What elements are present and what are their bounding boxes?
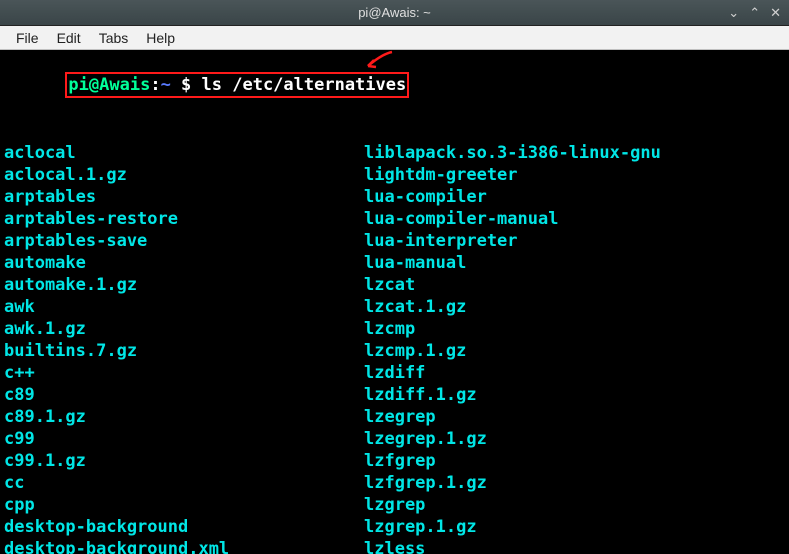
list-item: awk — [4, 296, 364, 318]
prompt-cwd: ~ — [161, 75, 171, 95]
menubar: File Edit Tabs Help — [0, 26, 789, 50]
prompt-user-host: pi@Awais — [68, 75, 150, 95]
list-item: automake — [4, 252, 364, 274]
list-item: lua-interpreter — [364, 230, 661, 252]
terminal-body[interactable]: pi@Awais:~ $ ls /etc/alternatives acloca… — [0, 50, 789, 554]
terminal-window: pi@Awais: ~ ⌄ ⌃ ✕ File Edit Tabs Help pi… — [0, 0, 789, 554]
list-item: c89 — [4, 384, 364, 406]
list-item: c99 — [4, 428, 364, 450]
prompt-line: pi@Awais:~ $ ls /etc/alternatives — [4, 50, 409, 142]
window-title: pi@Awais: ~ — [358, 5, 431, 20]
list-item: awk.1.gz — [4, 318, 364, 340]
prompt-dollar: $ — [171, 75, 202, 95]
list-item: lzcmp — [364, 318, 661, 340]
list-item: lzcmp.1.gz — [364, 340, 661, 362]
list-item: desktop-background.xml — [4, 538, 364, 554]
list-item: lua-compiler-manual — [364, 208, 661, 230]
maximize-button[interactable]: ⌃ — [749, 5, 760, 21]
list-item: lzfgrep — [364, 450, 661, 472]
command-text: ls /etc/alternatives — [202, 75, 407, 95]
list-item: lzgrep.1.gz — [364, 516, 661, 538]
list-item: arptables-restore — [4, 208, 364, 230]
menu-edit[interactable]: Edit — [49, 28, 89, 48]
list-item: lzegrep.1.gz — [364, 428, 661, 450]
annotation-highlight-box: pi@Awais:~ $ ls /etc/alternatives — [65, 72, 409, 98]
list-item: lzcat.1.gz — [364, 296, 661, 318]
list-item: lzdiff.1.gz — [364, 384, 661, 406]
menu-help[interactable]: Help — [138, 28, 183, 48]
list-item: c89.1.gz — [4, 406, 364, 428]
list-item: lzcat — [364, 274, 661, 296]
list-item: cc — [4, 472, 364, 494]
list-item: cpp — [4, 494, 364, 516]
list-item: desktop-background — [4, 516, 364, 538]
list-item: lzless — [364, 538, 661, 554]
list-item: aclocal — [4, 142, 364, 164]
titlebar[interactable]: pi@Awais: ~ ⌄ ⌃ ✕ — [0, 0, 789, 26]
minimize-button[interactable]: ⌄ — [728, 5, 739, 21]
prompt-colon: : — [150, 75, 160, 95]
list-item: lzfgrep.1.gz — [364, 472, 661, 494]
list-item: aclocal.1.gz — [4, 164, 364, 186]
list-item: lua-manual — [364, 252, 661, 274]
list-item: lzgrep — [364, 494, 661, 516]
list-item: automake.1.gz — [4, 274, 364, 296]
list-item: lzdiff — [364, 362, 661, 384]
list-item: arptables — [4, 186, 364, 208]
list-item: lua-compiler — [364, 186, 661, 208]
close-button[interactable]: ✕ — [770, 5, 781, 21]
list-item: liblapack.so.3-i386-linux-gnu — [364, 142, 661, 164]
list-item: lightdm-greeter — [364, 164, 661, 186]
list-item: c++ — [4, 362, 364, 384]
annotation-arrow-icon — [366, 50, 396, 72]
list-item: c99.1.gz — [4, 450, 364, 472]
menu-file[interactable]: File — [8, 28, 47, 48]
ls-column-1: aclocal aclocal.1.gz arptables arptables… — [4, 142, 364, 554]
list-item: builtins.7.gz — [4, 340, 364, 362]
ls-column-2: liblapack.so.3-i386-linux-gnu lightdm-gr… — [364, 142, 661, 554]
list-item: lzegrep — [364, 406, 661, 428]
window-controls: ⌄ ⌃ ✕ — [728, 5, 781, 21]
menu-tabs[interactable]: Tabs — [91, 28, 137, 48]
list-item: arptables-save — [4, 230, 364, 252]
ls-output: aclocal aclocal.1.gz arptables arptables… — [4, 142, 785, 554]
